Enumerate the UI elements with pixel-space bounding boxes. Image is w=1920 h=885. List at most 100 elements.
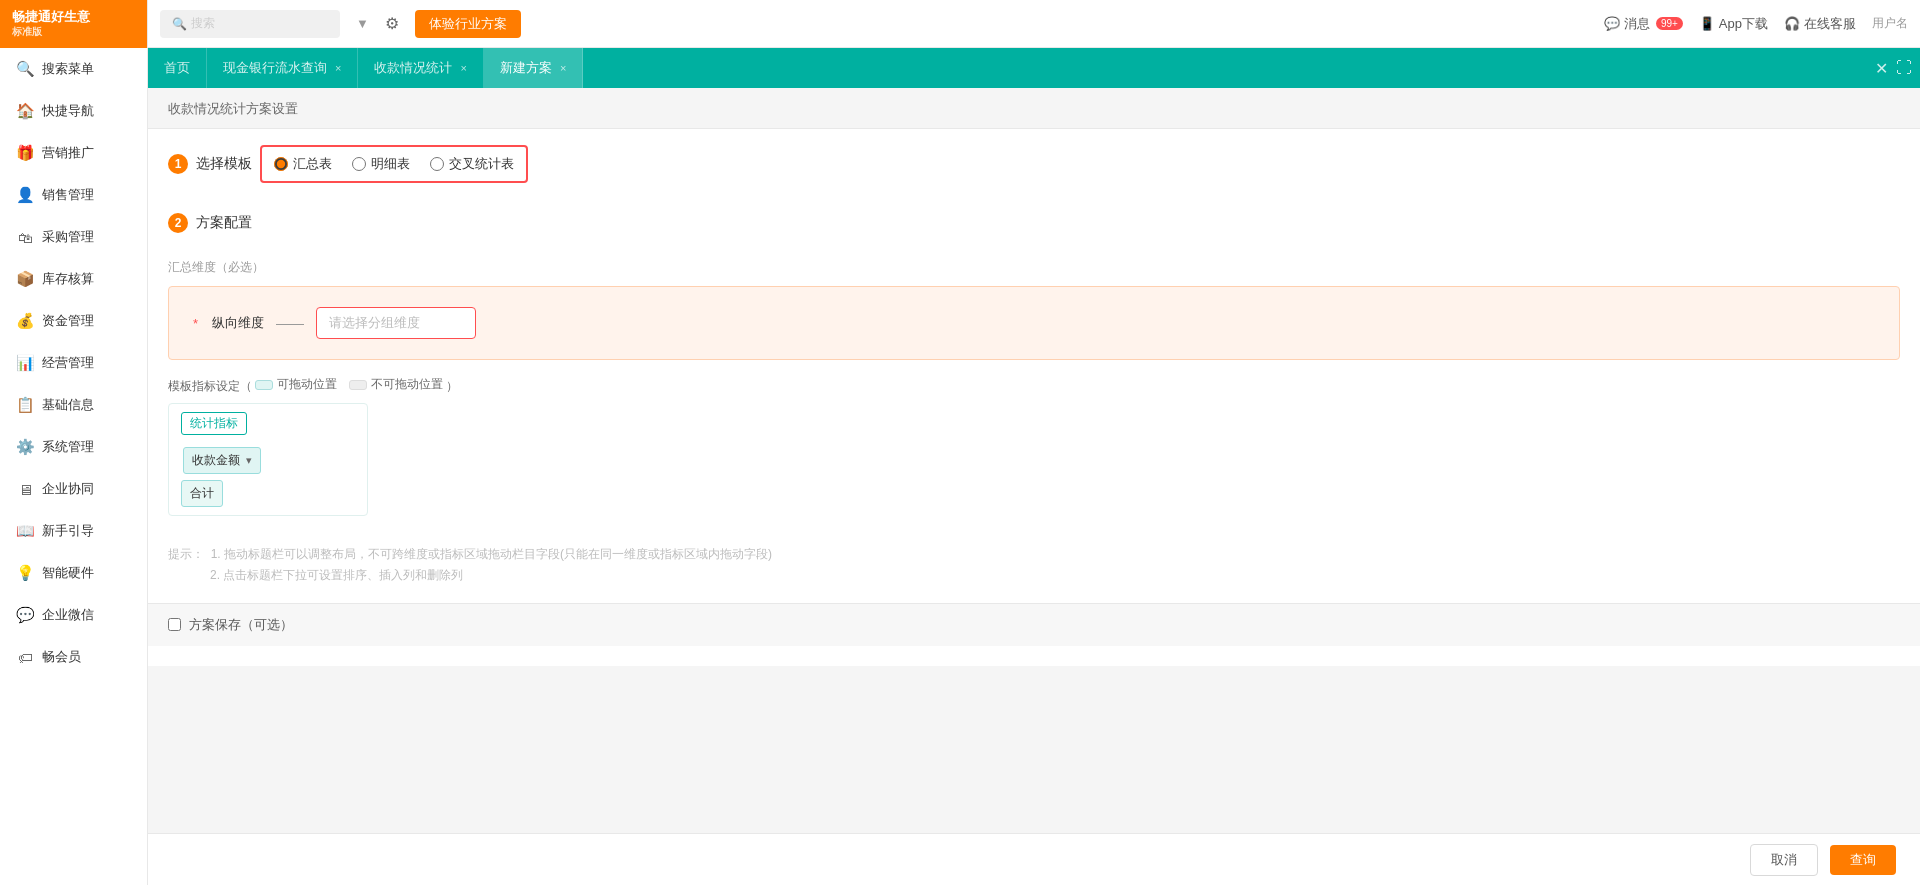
maximize-icon[interactable]: ⛶ [1896,59,1912,77]
trial-industry-button[interactable]: 体验行业方案 [415,10,521,38]
sidebar-label-7: 经营管理 [42,354,94,372]
sidebar-item-14[interactable]: 🏷畅会员 [0,636,147,678]
sidebar-item-11[interactable]: 📖新手引导 [0,510,147,552]
radio-detail-input[interactable] [352,157,366,171]
sidebar-item-10[interactable]: 🖥 企业协同 [0,468,147,510]
sidebar-item-4[interactable]: 🛍 采购管理 [0,216,147,258]
sidebar-icon-8: 📋 [16,396,34,414]
config-area: 汇总维度（必选） * 纵向维度 —— 请选择分组维度 [168,247,1900,528]
section2-title: 方案配置 [196,214,252,232]
sidebar-item-2[interactable]: 🎁 营销推广 [0,132,147,174]
app-download-btn[interactable]: 📱 App下载 [1699,15,1768,33]
sidebar-label-8: 基础信息 [42,396,94,414]
tab-2[interactable]: 收款情况统计× [358,48,483,88]
metrics-table: 统计指标 收款金额 ▾ 合计 [168,403,368,516]
section2-number: 2 [168,213,188,233]
sidebar-label-12: 智能硬件 [42,564,94,582]
radio-cross-input[interactable] [430,157,444,171]
sidebar-icon-2: 🎁 [16,144,34,162]
sidebar-label-10: 企业协同 [42,480,94,498]
sidebar-label-0: 搜索菜单 [42,60,94,78]
search-placeholder: 搜索 [191,15,215,32]
metrics-table-title: 统计指标 [181,412,247,435]
sidebar-icon-11: 📖 [16,522,34,540]
sidebar-label-3: 销售管理 [42,186,94,204]
close-window-icon[interactable]: ✕ [1875,59,1888,78]
sidebar: 畅捷通好生意 标准版 🔍搜索菜单🏠快捷导航🎁营销推广👤销售管理🛍采购管理📦库存核… [0,0,148,885]
radio-detail-label: 明细表 [371,155,410,173]
sidebar-item-3[interactable]: 👤 销售管理 [0,174,147,216]
dimension-select[interactable]: 请选择分组维度 [316,307,476,339]
sidebar-item-9[interactable]: ⚙️系统管理 [0,426,147,468]
sidebar-label-2: 营销推广 [42,144,94,162]
sidebar-item-12[interactable]: 💡智能硬件 [0,552,147,594]
sidebar-item-5[interactable]: 📦 库存核算 [0,258,147,300]
sidebar-label-6: 资金管理 [42,312,94,330]
metrics-label: 模板指标设定（ 可拖动位置 不可拖动位置 ） [168,376,1900,395]
sidebar-icon-7: 📊 [16,354,34,372]
metric-tag-payment[interactable]: 收款金额 ▾ [183,447,261,474]
tab-0[interactable]: 首页 [148,48,207,88]
sidebar-icon-10: 🖥 [16,481,34,498]
save-checkbox[interactable] [168,618,181,631]
topbar-dropdown-arrow[interactable]: ▼ [356,16,369,31]
tab-label-0: 首页 [164,59,190,77]
sidebar-item-0[interactable]: 🔍搜索菜单 [0,48,147,90]
support-icon: 🎧 [1784,16,1800,31]
download-icon: 📱 [1699,16,1715,31]
vertical-dimension-label: 纵向维度 [212,314,264,332]
sidebar-item-1[interactable]: 🏠快捷导航 [0,90,147,132]
tab-close-2[interactable]: × [460,62,466,74]
page-title: 收款情况统计方案设置 [148,88,1920,129]
sidebar-label-1: 快捷导航 [42,102,94,120]
sidebar-item-7[interactable]: 📊 经营管理 [0,342,147,384]
cancel-button[interactable]: 取消 [1750,844,1818,876]
user-name: 用户名 [1872,15,1908,32]
dimension-box: * 纵向维度 —— 请选择分组维度 [168,286,1900,360]
content-area: 收款情况统计方案设置 1 选择模板 汇总表 明细表 [148,88,1920,885]
sidebar-label-5: 库存核算 [42,270,94,288]
non-draggable-legend-icon [349,380,367,390]
search-input[interactable]: 🔍 搜索 [160,10,340,38]
radio-summary-input[interactable] [274,157,288,171]
query-button[interactable]: 查询 [1830,845,1896,875]
tab-close-1[interactable]: × [335,62,341,74]
message-icon: 💬 [1604,16,1620,31]
hint-text: 提示： 1. 拖动标题栏可以调整布局，不可跨维度或指标区域拖动栏目字段(只能在同… [168,544,1900,566]
dimension-placeholder: 请选择分组维度 [329,314,420,332]
sidebar-item-13[interactable]: 💬企业微信 [0,594,147,636]
sidebar-icon-4: 🛍 [16,229,34,246]
radio-detail[interactable]: 明细表 [352,155,410,173]
metric-tag-dropdown-icon[interactable]: ▾ [246,454,252,467]
search-icon: 🔍 [172,17,187,31]
sidebar-item-8[interactable]: 📋 基础信息 [0,384,147,426]
tab-label-1: 现金银行流水查询 [223,59,327,77]
sidebar-icon-13: 💬 [16,606,34,624]
section-config: 2 方案配置 汇总维度（必选） * 纵向维度 —— 请选 [148,197,1920,528]
tabbar: 首页现金银行流水查询×收款情况统计×新建方案× ✕ ⛶ [148,48,1920,88]
gear-icon[interactable]: ⚙ [385,14,399,33]
tab-close-3[interactable]: × [560,62,566,74]
tab-3[interactable]: 新建方案× [484,48,583,88]
app-name: 畅捷通好生意 [12,9,90,25]
sidebar-icon-3: 👤 [16,186,34,204]
sidebar-label-14: 畅会员 [42,648,81,666]
draggable-legend-icon [255,380,273,390]
metric-total: 合计 [181,480,223,507]
metric-tags-container: 收款金额 ▾ [181,445,355,476]
template-radio-group: 汇总表 明细表 交叉统计表 [260,145,528,183]
radio-cross-label: 交叉统计表 [449,155,514,173]
tab-1[interactable]: 现金银行流水查询 × [207,48,358,88]
save-label[interactable]: 方案保存（可选） [189,616,293,634]
dimension-section-label: 汇总维度（必选） [168,259,1900,276]
radio-cross[interactable]: 交叉统计表 [430,155,514,173]
sidebar-icon-5: 📦 [16,270,34,288]
online-support-btn[interactable]: 🎧 在线客服 [1784,15,1856,33]
dimension-row: * 纵向维度 —— 请选择分组维度 [193,307,1875,339]
sidebar-item-6[interactable]: 💰资金管理 [0,300,147,342]
sidebar-label-4: 采购管理 [42,228,94,246]
hints-section: 提示： 1. 拖动标题栏可以调整布局，不可跨维度或指标区域拖动栏目字段(只能在同… [148,528,1920,603]
messages-btn[interactable]: 💬 消息 99+ [1604,15,1683,33]
main-area: 🔍 搜索 ▼ ⚙ 体验行业方案 💬 消息 99+ 📱 App下载 🎧 在线客服 … [148,0,1920,885]
radio-summary[interactable]: 汇总表 [274,155,332,173]
